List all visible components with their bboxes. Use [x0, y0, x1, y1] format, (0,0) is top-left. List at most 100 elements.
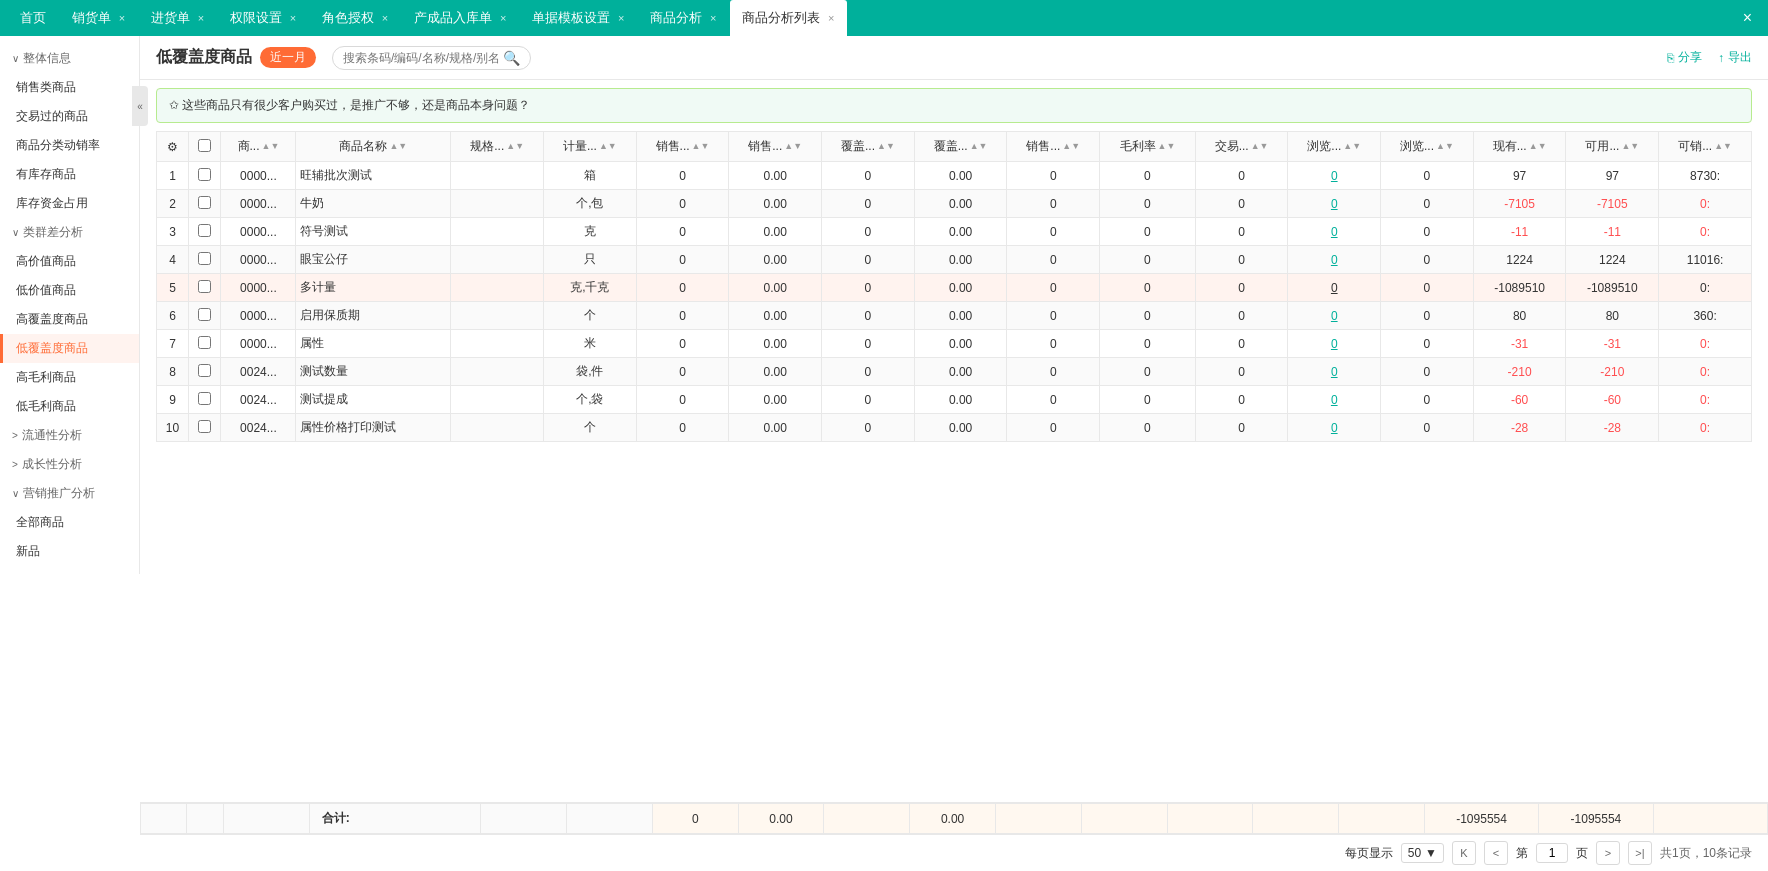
row-browse1[interactable]: 0 — [1288, 162, 1381, 190]
row-browse1[interactable]: 0 — [1288, 246, 1381, 274]
last-page-btn[interactable]: >| — [1628, 841, 1652, 865]
th-sales-days[interactable]: 销售... ▲▼ — [1007, 132, 1100, 162]
sidebar-item-low-value[interactable]: 低价值商品 — [0, 276, 139, 305]
th-cov2[interactable]: 覆盖... ▲▼ — [914, 132, 1007, 162]
nav-product-analysis[interactable]: 商品分析 × — [638, 0, 728, 36]
prev-page-btn[interactable]: < — [1484, 841, 1508, 865]
row-browse2: 0 — [1381, 414, 1474, 442]
nav-template[interactable]: 单据模板设置 × — [520, 0, 636, 36]
next-page-btn[interactable]: > — [1596, 841, 1620, 865]
row-checkbox[interactable] — [189, 386, 221, 414]
row-checkbox[interactable] — [189, 358, 221, 386]
sidebar-item-sales-products[interactable]: 销售类商品 — [0, 73, 139, 102]
row-checkbox[interactable] — [189, 414, 221, 442]
close-icon[interactable]: × — [119, 12, 125, 24]
nav-sales[interactable]: 销货单 × — [60, 0, 137, 36]
sidebar-item-category-rate[interactable]: 商品分类动销率 — [0, 131, 139, 160]
sidebar-item-traded-products[interactable]: 交易过的商品 — [0, 102, 139, 131]
row-select-checkbox[interactable] — [198, 420, 211, 433]
row-browse1[interactable]: 0 — [1288, 190, 1381, 218]
sidebar-item-capital[interactable]: 库存资金占用 — [0, 189, 139, 218]
th-code[interactable]: 商... ▲▼ — [221, 132, 296, 162]
first-page-btn[interactable]: K — [1452, 841, 1476, 865]
row-browse1[interactable]: 0 — [1288, 386, 1381, 414]
window-close-btn[interactable]: × — [1735, 9, 1760, 27]
row-browse1[interactable]: 0 — [1288, 274, 1381, 302]
th-spec[interactable]: 规格... ▲▼ — [451, 132, 544, 162]
nav-roles[interactable]: 角色授权 × — [310, 0, 400, 36]
nav-permissions[interactable]: 权限设置 × — [218, 0, 308, 36]
sidebar-item-low-coverage[interactable]: 低覆盖度商品 — [0, 334, 139, 363]
th-sales-amt[interactable]: 销售... ▲▼ — [729, 132, 822, 162]
nav-product-analysis-list[interactable]: 商品分析列表 × — [730, 0, 846, 36]
page-size-selector[interactable]: 50 ▼ — [1401, 843, 1444, 863]
export-button[interactable]: ↑ 导出 — [1718, 49, 1752, 66]
nav-purchase[interactable]: 进货单 × — [139, 0, 216, 36]
th-available[interactable]: 可用... ▲▼ — [1566, 132, 1659, 162]
th-unit[interactable]: 计量... ▲▼ — [543, 132, 636, 162]
period-button[interactable]: 近一月 — [260, 47, 316, 68]
sidebar-section-circulation[interactable]: > 流通性分析 — [0, 421, 139, 450]
sidebar-item-high-margin[interactable]: 高毛利商品 — [0, 363, 139, 392]
row-select-checkbox[interactable] — [198, 280, 211, 293]
row-browse1[interactable]: 0 — [1288, 330, 1381, 358]
sidebar-item-new-products[interactable]: 新品 — [0, 537, 139, 566]
row-browse1[interactable]: 0 — [1288, 302, 1381, 330]
close-icon[interactable]: × — [828, 12, 834, 24]
row-select-checkbox[interactable] — [198, 224, 211, 237]
search-input[interactable] — [343, 51, 503, 65]
row-checkbox[interactable] — [189, 302, 221, 330]
close-icon[interactable]: × — [198, 12, 204, 24]
th-browse2[interactable]: 浏览... ▲▼ — [1381, 132, 1474, 162]
sidebar-item-high-coverage[interactable]: 高覆盖度商品 — [0, 305, 139, 334]
row-name: 启用保质期 — [296, 302, 451, 330]
row-checkbox[interactable] — [189, 246, 221, 274]
row-select-checkbox[interactable] — [198, 308, 211, 321]
row-checkbox[interactable] — [189, 190, 221, 218]
table-wrapper[interactable]: ⚙ 商... ▲▼ 商品名称 ▲▼ — [140, 131, 1768, 802]
sidebar-item-all-products[interactable]: 全部商品 — [0, 508, 139, 537]
nav-home[interactable]: 首页 — [8, 0, 58, 36]
th-sales-qty[interactable]: 销售... ▲▼ — [636, 132, 729, 162]
sidebar-collapse-btn[interactable]: « — [132, 86, 148, 126]
sidebar-section-overall[interactable]: ∨ 整体信息 — [0, 44, 139, 73]
th-current[interactable]: 现有... ▲▼ — [1473, 132, 1566, 162]
main-layout: ∨ 整体信息 销售类商品 交易过的商品 商品分类动销率 有库存商品 库存资金占用… — [0, 36, 1768, 871]
share-button[interactable]: ⎘ 分享 — [1667, 49, 1702, 66]
row-select-checkbox[interactable] — [198, 168, 211, 181]
sidebar-section-marketing[interactable]: ∨ 营销推广分析 — [0, 479, 139, 508]
row-checkbox[interactable] — [189, 274, 221, 302]
row-select-checkbox[interactable] — [198, 252, 211, 265]
close-icon[interactable]: × — [618, 12, 624, 24]
row-select-checkbox[interactable] — [198, 364, 211, 377]
row-checkbox[interactable] — [189, 330, 221, 358]
th-cov1[interactable]: 覆盖... ▲▼ — [822, 132, 915, 162]
row-browse1[interactable]: 0 — [1288, 414, 1381, 442]
th-name[interactable]: 商品名称 ▲▼ — [296, 132, 451, 162]
sidebar-item-low-margin[interactable]: 低毛利商品 — [0, 392, 139, 421]
select-all-checkbox[interactable] — [198, 139, 211, 152]
row-checkbox[interactable] — [189, 218, 221, 246]
search-icon[interactable]: 🔍 — [503, 50, 520, 66]
th-settings[interactable]: ⚙ — [157, 132, 189, 162]
row-checkbox[interactable] — [189, 162, 221, 190]
page-number-input[interactable] — [1536, 843, 1568, 863]
row-select-checkbox[interactable] — [198, 336, 211, 349]
th-trade[interactable]: 交易... ▲▼ — [1195, 132, 1288, 162]
row-browse1[interactable]: 0 — [1288, 358, 1381, 386]
row-select-checkbox[interactable] — [198, 392, 211, 405]
row-browse1[interactable]: 0 — [1288, 218, 1381, 246]
th-gross-rate[interactable]: 毛利率 ▲▼ — [1100, 132, 1196, 162]
th-sellable[interactable]: 可销... ▲▼ — [1659, 132, 1752, 162]
sidebar-item-in-stock[interactable]: 有库存商品 — [0, 160, 139, 189]
nav-inventory[interactable]: 产成品入库单 × — [402, 0, 518, 36]
th-browse1[interactable]: 浏览... ▲▼ — [1288, 132, 1381, 162]
close-icon[interactable]: × — [290, 12, 296, 24]
close-icon[interactable]: × — [500, 12, 506, 24]
sidebar-section-group-diff[interactable]: ∨ 类群差分析 — [0, 218, 139, 247]
close-icon[interactable]: × — [382, 12, 388, 24]
close-icon[interactable]: × — [710, 12, 716, 24]
sidebar-item-high-value[interactable]: 高价值商品 — [0, 247, 139, 276]
sidebar-section-growth[interactable]: > 成长性分析 — [0, 450, 139, 479]
row-select-checkbox[interactable] — [198, 196, 211, 209]
